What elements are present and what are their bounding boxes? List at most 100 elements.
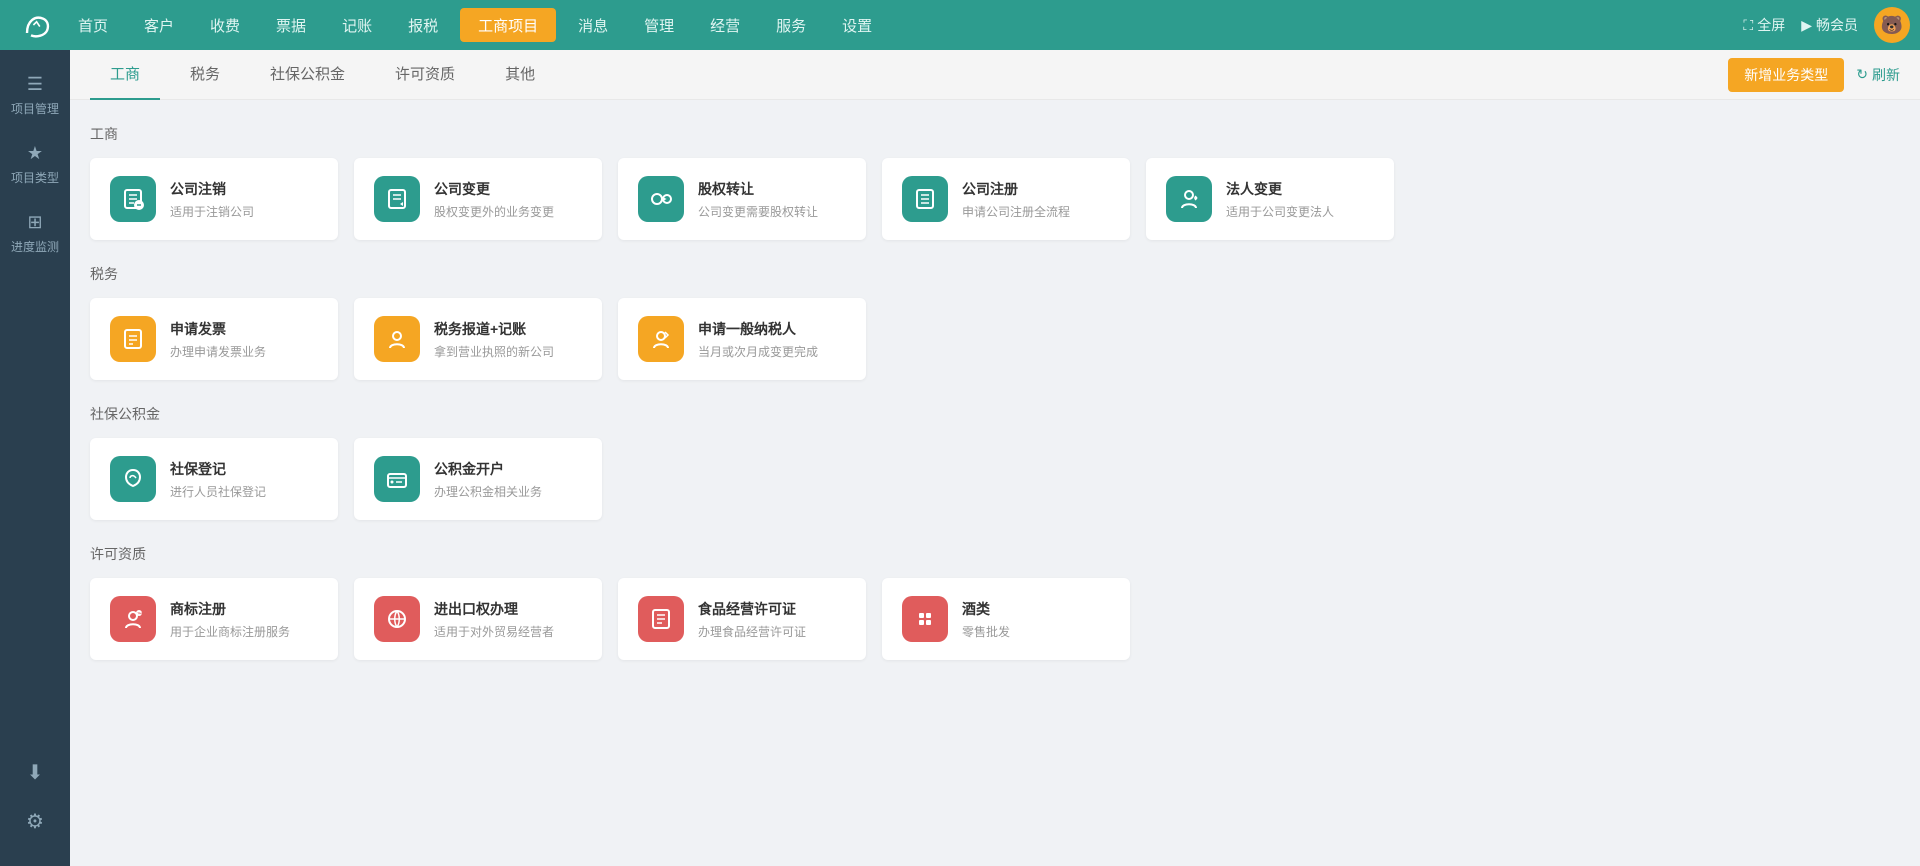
legal-change-icon	[1166, 176, 1212, 222]
tab-qualification[interactable]: 许可资质	[375, 50, 475, 100]
tab-social-insurance[interactable]: 社保公积金	[250, 50, 365, 100]
general-taxpayer-desc: 当月或次月成变更完成	[698, 343, 818, 360]
fullscreen-button[interactable]: ⛶ 全屏	[1743, 15, 1785, 35]
top-navigation: 首页 客户 收费 票据 记账 报税 工商项目 消息 管理 经营 服务 设置 ⛶ …	[0, 0, 1920, 50]
fund-account-desc: 办理公积金相关业务	[434, 483, 542, 500]
nav-items: 首页 客户 收费 票据 记账 报税 工商项目 消息 管理 经营 服务 设置	[60, 0, 1743, 50]
invoice-desc: 办理申请发票业务	[170, 343, 266, 360]
import-export-content: 进出口权办理 适用于对外贸易经营者	[434, 599, 554, 640]
general-taxpayer-icon	[638, 316, 684, 362]
card-invoice[interactable]: 申请发票 办理申请发票业务	[90, 298, 338, 380]
nav-service[interactable]: 服务	[758, 0, 824, 50]
legal-change-desc: 适用于公司变更法人	[1226, 203, 1334, 220]
nav-tax[interactable]: 报税	[390, 0, 456, 50]
import-export-title: 进出口权办理	[434, 599, 554, 619]
general-taxpayer-title: 申请一般纳税人	[698, 319, 818, 339]
nav-manage[interactable]: 管理	[626, 0, 692, 50]
nav-customer[interactable]: 客户	[126, 0, 192, 50]
card-trademark[interactable]: ™ 商标注册 用于企业商标注册服务	[90, 578, 338, 660]
tax-report-desc: 拿到营业执照的新公司	[434, 343, 554, 360]
sidebar: ☰ 项目管理 ★ 项目类型 ⊞ 进度监测 ⬇ ⚙	[0, 50, 70, 866]
trademark-icon: ™	[110, 596, 156, 642]
fund-account-content: 公积金开户 办理公积金相关业务	[434, 459, 542, 500]
card-company-register[interactable]: 公司注册 申请公司注册全流程	[882, 158, 1130, 240]
tax-cards: 申请发票 办理申请发票业务 税务报道+记账 拿到营业执照的新公司	[90, 298, 1900, 380]
progress-icon: ⊞	[23, 210, 47, 234]
alcohol-desc: 零售批发	[962, 623, 1010, 640]
member-button[interactable]: ▶ 畅会员	[1801, 15, 1858, 35]
equity-transfer-title: 股权转让	[698, 179, 818, 199]
nav-accounting[interactable]: 记账	[324, 0, 390, 50]
tab-gongshang[interactable]: 工商	[90, 50, 160, 100]
legal-change-content: 法人变更 适用于公司变更法人	[1226, 179, 1334, 220]
video-icon: ▶	[1801, 17, 1812, 34]
sidebar-bottom: ⬇ ⚙	[0, 748, 70, 866]
content-area: 工商 税务 社保公积金 许可资质 其他 新增业务类型 ↻ 刷新 工商	[70, 50, 1920, 866]
refresh-button[interactable]: ↻ 刷新	[1856, 65, 1900, 85]
card-fund-account[interactable]: 公积金开户 办理公积金相关业务	[354, 438, 602, 520]
company-cancel-icon	[110, 176, 156, 222]
settings-button[interactable]: ⚙	[0, 797, 70, 846]
card-equity-transfer[interactable]: 股权转让 公司变更需要股权转让	[618, 158, 866, 240]
card-alcohol[interactable]: 酒类 零售批发	[882, 578, 1130, 660]
tax-report-content: 税务报道+记账 拿到营业执照的新公司	[434, 319, 554, 360]
nav-business[interactable]: 工商项目	[460, 8, 556, 42]
fund-account-title: 公积金开户	[434, 459, 542, 479]
nav-bills[interactable]: 票据	[258, 0, 324, 50]
social-register-title: 社保登记	[170, 459, 266, 479]
alcohol-content: 酒类 零售批发	[962, 599, 1010, 640]
tab-bar: 工商 税务 社保公积金 许可资质 其他 新增业务类型 ↻ 刷新	[70, 50, 1920, 100]
refresh-icon: ↻	[1856, 66, 1868, 83]
app-logo	[10, 9, 60, 41]
nav-operation[interactable]: 经营	[692, 0, 758, 50]
sidebar-item-project-type[interactable]: ★ 项目类型	[0, 129, 70, 198]
main-layout: ☰ 项目管理 ★ 项目类型 ⊞ 进度监测 ⬇ ⚙ 工商 税务 社保公积金 许可资…	[0, 50, 1920, 866]
tab-other[interactable]: 其他	[485, 50, 555, 100]
fund-account-icon	[374, 456, 420, 502]
card-legal-change[interactable]: 法人变更 适用于公司变更法人	[1146, 158, 1394, 240]
tab-tax[interactable]: 税务	[170, 50, 240, 100]
company-register-desc: 申请公司注册全流程	[962, 203, 1070, 220]
sidebar-item-progress[interactable]: ⊞ 进度监测	[0, 198, 70, 267]
nav-fees[interactable]: 收费	[192, 0, 258, 50]
trademark-title: 商标注册	[170, 599, 290, 619]
tab-bar-actions: 新增业务类型 ↻ 刷新	[1728, 58, 1900, 92]
card-import-export[interactable]: 进出口权办理 适用于对外贸易经营者	[354, 578, 602, 660]
user-avatar[interactable]: 🐻	[1874, 7, 1910, 43]
company-cancel-content: 公司注销 适用于注销公司	[170, 179, 254, 220]
alcohol-title: 酒类	[962, 599, 1010, 619]
download-button[interactable]: ⬇	[0, 748, 70, 797]
equity-transfer-icon	[638, 176, 684, 222]
social-cards: 社保登记 进行人员社保登记 公积金开户 办理公积金相关业务	[90, 438, 1900, 520]
legal-change-title: 法人变更	[1226, 179, 1334, 199]
nav-right: ⛶ 全屏 ▶ 畅会员 🐻	[1743, 7, 1910, 43]
card-tax-report[interactable]: 税务报道+记账 拿到营业执照的新公司	[354, 298, 602, 380]
nav-home[interactable]: 首页	[60, 0, 126, 50]
section-title-qualification: 许可资质	[90, 544, 1900, 564]
nav-settings[interactable]: 设置	[824, 0, 890, 50]
equity-transfer-desc: 公司变更需要股权转让	[698, 203, 818, 220]
tax-report-title: 税务报道+记账	[434, 319, 554, 339]
card-company-change[interactable]: 公司变更 股权变更外的业务变更	[354, 158, 602, 240]
svg-text:™: ™	[137, 612, 142, 618]
company-register-content: 公司注册 申请公司注册全流程	[962, 179, 1070, 220]
card-social-register[interactable]: 社保登记 进行人员社保登记	[90, 438, 338, 520]
card-company-cancel[interactable]: 公司注销 适用于注销公司	[90, 158, 338, 240]
sidebar-item-project-manage[interactable]: ☰ 项目管理	[0, 60, 70, 129]
food-license-desc: 办理食品经营许可证	[698, 623, 806, 640]
import-export-icon	[374, 596, 420, 642]
alcohol-icon	[902, 596, 948, 642]
social-register-desc: 进行人员社保登记	[170, 483, 266, 500]
nav-message[interactable]: 消息	[560, 0, 626, 50]
new-type-button[interactable]: 新增业务类型	[1728, 58, 1844, 92]
content-scroll[interactable]: 工商 公司注销 适用于注销公司 公司变更	[70, 100, 1920, 866]
card-general-taxpayer[interactable]: 申请一般纳税人 当月或次月成变更完成	[618, 298, 866, 380]
company-cancel-desc: 适用于注销公司	[170, 203, 254, 220]
food-license-icon	[638, 596, 684, 642]
fullscreen-icon: ⛶	[1743, 17, 1753, 34]
general-taxpayer-content: 申请一般纳税人 当月或次月成变更完成	[698, 319, 818, 360]
invoice-title: 申请发票	[170, 319, 266, 339]
company-change-content: 公司变更 股权变更外的业务变更	[434, 179, 554, 220]
card-food-license[interactable]: 食品经营许可证 办理食品经营许可证	[618, 578, 866, 660]
food-license-content: 食品经营许可证 办理食品经营许可证	[698, 599, 806, 640]
